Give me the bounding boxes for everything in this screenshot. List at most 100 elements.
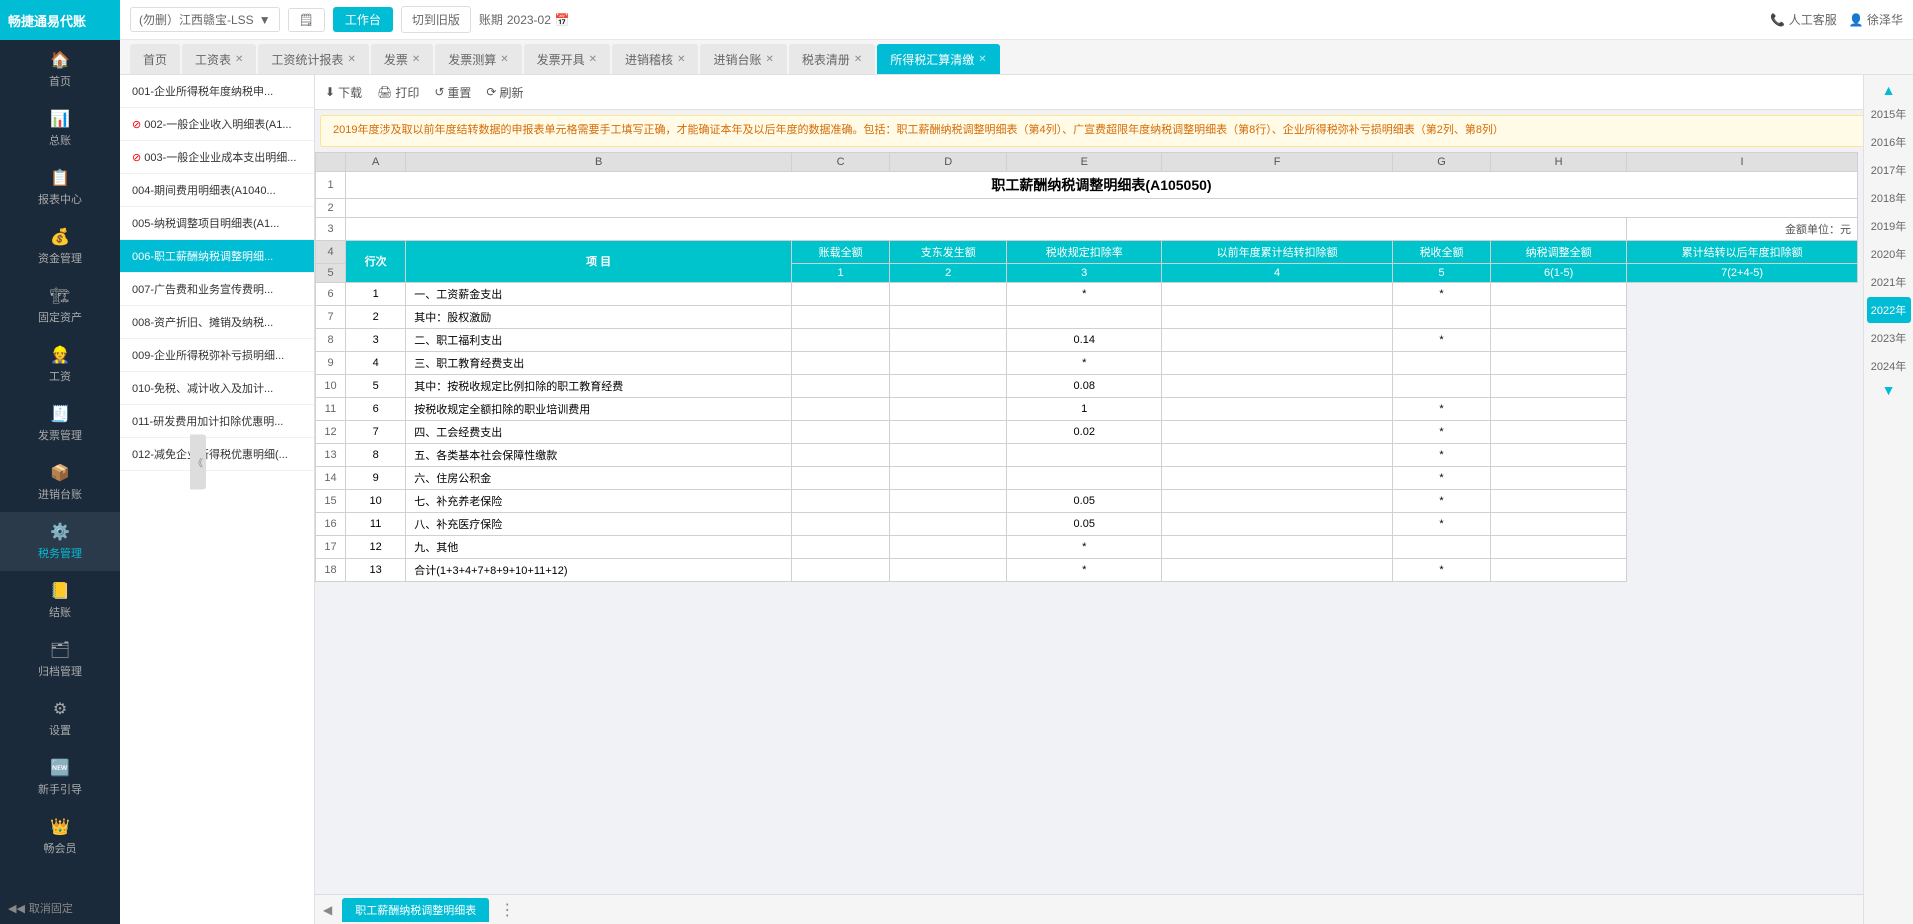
col-e[interactable] <box>890 397 1007 420</box>
sidebar-item-固定资产[interactable]: 🏗固定资产 <box>0 276 120 335</box>
col-f[interactable] <box>1007 305 1162 328</box>
col-e[interactable] <box>890 351 1007 374</box>
menu-item-006[interactable]: 006-职工薪酬纳税调整明细... <box>120 240 314 273</box>
item-label[interactable]: 七、补充养老保险 <box>406 489 792 512</box>
col-d[interactable] <box>792 374 890 397</box>
col-f[interactable]: 0.05 <box>1007 489 1162 512</box>
col-g[interactable] <box>1162 535 1393 558</box>
col-i[interactable] <box>1491 282 1627 305</box>
year-item-2020年[interactable]: 2020年 <box>1867 241 1911 267</box>
item-label[interactable]: 六、住房公积金 <box>406 466 792 489</box>
item-label[interactable]: 其中：股权激励 <box>406 305 792 328</box>
item-label[interactable]: 按税收规定全额扣除的职业培训费用 <box>406 397 792 420</box>
sheet-tab-active[interactable]: 职工薪酬纳税调整明细表 <box>342 898 489 922</box>
col-g[interactable] <box>1162 397 1393 420</box>
sidebar-item-税务管理[interactable]: ⚙️税务管理 <box>0 512 120 571</box>
sheet-area[interactable]: A B C D E F G H I 1职工薪酬纳税调整明细表(A105050)2… <box>315 152 1913 894</box>
year-item-2022年[interactable]: 2022年 <box>1867 297 1911 323</box>
col-g[interactable] <box>1162 351 1393 374</box>
col-h[interactable]: * <box>1392 443 1490 466</box>
download-button[interactable]: ⬇下载 <box>325 84 362 101</box>
tab-首页[interactable]: 首页 <box>130 44 180 74</box>
col-i[interactable] <box>1491 328 1627 351</box>
col-e[interactable] <box>890 374 1007 397</box>
menu-item-005[interactable]: 005-纳税调整项目明细表(A1... <box>120 207 314 240</box>
col-f[interactable]: * <box>1007 535 1162 558</box>
support-link[interactable]: 📞 人工客服 <box>1770 11 1836 28</box>
col-f[interactable]: 0.08 <box>1007 374 1162 397</box>
col-d[interactable] <box>792 443 890 466</box>
year-item-2017年[interactable]: 2017年 <box>1867 157 1911 183</box>
item-label[interactable]: 九、其他 <box>406 535 792 558</box>
menu-item-008[interactable]: 008-资产折旧、摊销及纳税... <box>120 306 314 339</box>
col-h[interactable] <box>1392 535 1490 558</box>
col-g[interactable] <box>1162 558 1393 581</box>
year-item-2021年[interactable]: 2021年 <box>1867 269 1911 295</box>
sidebar-item-畅会员[interactable]: 👑畅会员 <box>0 807 120 866</box>
sidebar-item-资金管理[interactable]: 💰资金管理 <box>0 217 120 276</box>
col-i[interactable] <box>1491 420 1627 443</box>
copy-button[interactable]: 🗒 <box>288 8 325 32</box>
col-h[interactable] <box>1392 305 1490 328</box>
col-h[interactable]: * <box>1392 512 1490 535</box>
year-item-2019年[interactable]: 2019年 <box>1867 213 1911 239</box>
col-g[interactable] <box>1162 443 1393 466</box>
collapse-button[interactable]: 《 <box>190 435 206 490</box>
col-e[interactable] <box>890 558 1007 581</box>
col-d[interactable] <box>792 397 890 420</box>
year-item-2023年[interactable]: 2023年 <box>1867 325 1911 351</box>
tab-close-icon[interactable]: ✕ <box>854 54 862 65</box>
col-i[interactable] <box>1491 558 1627 581</box>
col-g[interactable] <box>1162 282 1393 305</box>
year-item-2024年[interactable]: 2024年 <box>1867 353 1911 379</box>
tab-发票测算[interactable]: 发票测算✕ <box>435 44 521 74</box>
col-h[interactable] <box>1392 351 1490 374</box>
sidebar-item-报表中心[interactable]: 📋报表中心 <box>0 158 120 217</box>
col-d[interactable] <box>792 282 890 305</box>
col-e[interactable] <box>890 305 1007 328</box>
col-i[interactable] <box>1491 305 1627 328</box>
print-button[interactable]: 🖨打印 <box>377 84 419 101</box>
item-label[interactable]: 一、工资薪金支出 <box>406 282 792 305</box>
tab-close-icon[interactable]: ✕ <box>589 54 597 65</box>
col-d[interactable] <box>792 512 890 535</box>
sidebar-item-首页[interactable]: 🏠首页 <box>0 40 120 99</box>
col-f[interactable]: * <box>1007 351 1162 374</box>
menu-item-012[interactable]: 012-减免企业所得税优惠明细(... <box>120 438 314 471</box>
company-selector[interactable]: (勿删）江西赣宝-LSS ▼ <box>130 7 280 32</box>
col-e[interactable] <box>890 535 1007 558</box>
tab-所得税汇算清缴[interactable]: 所得税汇算清缴✕ <box>877 44 999 74</box>
col-e[interactable] <box>890 420 1007 443</box>
menu-item-002[interactable]: ⊘002-一般企业收入明细表(A1... <box>120 108 314 141</box>
col-f[interactable] <box>1007 466 1162 489</box>
col-g[interactable] <box>1162 374 1393 397</box>
col-h[interactable]: * <box>1392 466 1490 489</box>
tab-close-icon[interactable]: ✕ <box>412 54 420 65</box>
year-scroll-up[interactable]: ▲ <box>1880 80 1898 100</box>
col-i[interactable] <box>1491 443 1627 466</box>
unpin-button[interactable]: ◀◀ 取消固定 <box>0 892 120 924</box>
sidebar-item-新手引导[interactable]: 🆕新手引导 <box>0 748 120 807</box>
col-h[interactable] <box>1392 374 1490 397</box>
sidebar-item-进销台账[interactable]: 📦进销台账 <box>0 453 120 512</box>
col-d[interactable] <box>792 466 890 489</box>
user-profile[interactable]: 👤 徐泽华 <box>1849 11 1903 28</box>
item-label[interactable]: 八、补充医疗保险 <box>406 512 792 535</box>
col-f[interactable]: 0.05 <box>1007 512 1162 535</box>
col-d[interactable] <box>792 535 890 558</box>
col-f[interactable] <box>1007 443 1162 466</box>
col-g[interactable] <box>1162 420 1393 443</box>
menu-item-010[interactable]: 010-免税、减计收入及加计... <box>120 372 314 405</box>
item-label[interactable]: 合计(1+3+4+7+8+9+10+11+12) <box>406 558 792 581</box>
col-i[interactable] <box>1491 374 1627 397</box>
sidebar-item-工资[interactable]: 👷工资 <box>0 335 120 394</box>
tab-税表清册[interactable]: 税表清册✕ <box>789 44 875 74</box>
col-g[interactable] <box>1162 466 1393 489</box>
tab-close-icon[interactable]: ✕ <box>500 54 508 65</box>
switch-version-button[interactable]: 切到旧版 <box>401 6 471 33</box>
sidebar-item-归档管理[interactable]: 🗂归档管理 <box>0 630 120 689</box>
col-d[interactable] <box>792 351 890 374</box>
col-f[interactable]: 1 <box>1007 397 1162 420</box>
scroll-left-btn[interactable]: ◀ <box>323 903 332 917</box>
col-i[interactable] <box>1491 351 1627 374</box>
